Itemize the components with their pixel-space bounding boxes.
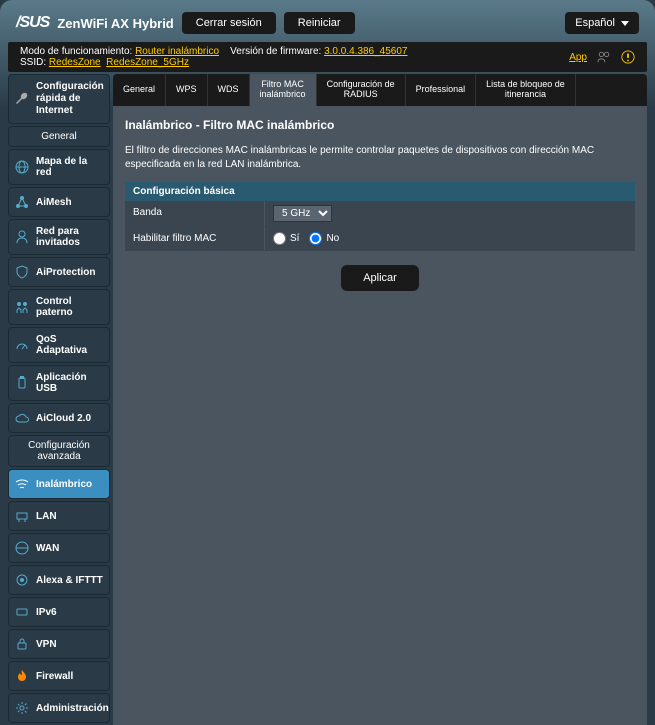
tab-wds[interactable]: WDS (208, 74, 250, 106)
sidebar-item-guest-network[interactable]: Red para invitados (8, 219, 110, 255)
voice-icon (14, 572, 30, 588)
wan-icon (14, 540, 30, 556)
restart-button[interactable]: Reiniciar (284, 12, 355, 34)
enable-yes-radio[interactable] (273, 232, 286, 245)
sidebar-item-wan[interactable]: WAN (8, 533, 110, 563)
sidebar-item-label: Administración (36, 703, 109, 714)
language-selector[interactable]: Español (565, 12, 639, 34)
no-label: No (326, 233, 339, 244)
exclamation-icon[interactable] (621, 50, 635, 64)
tab-radius[interactable]: Configuración de RADIUS (317, 74, 406, 106)
sidebar-item-network-map[interactable]: Mapa de la red (8, 149, 110, 185)
logout-button[interactable]: Cerrar sesión (182, 12, 276, 34)
shield-icon (14, 264, 30, 280)
sidebar-item-label: AiProtection (36, 267, 95, 278)
sidebar-item-qos[interactable]: QoS Adaptativa (8, 327, 110, 363)
usb-icon (14, 375, 30, 391)
sidebar-item-label: Control paterno (36, 296, 104, 318)
tab-professional[interactable]: Professional (406, 74, 477, 106)
sidebar-item-label: WAN (36, 543, 59, 554)
tab-wps[interactable]: WPS (166, 74, 208, 106)
wrench-icon (14, 91, 30, 107)
sidebar-item-label: Inalámbrico (36, 479, 92, 490)
gear-icon (14, 700, 30, 716)
cloud-icon (14, 410, 30, 426)
sidebar-item-aiprotection[interactable]: AiProtection (8, 257, 110, 287)
brand-logo: /SUS (16, 14, 49, 32)
band-select[interactable]: 5 GHz (273, 205, 332, 222)
mode-label: Modo de funcionamiento: (20, 46, 132, 57)
sidebar-item-label: AiCloud 2.0 (36, 413, 91, 424)
flame-icon (14, 668, 30, 684)
ssid2-link[interactable]: RedesZone_5GHz (106, 57, 189, 68)
page-description: El filtro de direcciones MAC inalámbrica… (125, 144, 635, 172)
sidebar-section-general: General (8, 126, 110, 147)
main-panel: General WPS WDS Filtro MAC inalámbrico C… (113, 74, 647, 725)
globe-icon (14, 159, 30, 175)
chevron-down-icon (621, 21, 629, 26)
sidebar-item-parental[interactable]: Control paterno (8, 289, 110, 325)
ipv6-icon (14, 604, 30, 620)
apply-button[interactable]: Aplicar (341, 265, 419, 291)
tab-roaming-block[interactable]: Lista de bloqueo de itinerancia (476, 74, 576, 106)
family-icon (14, 299, 30, 315)
wifi-icon (14, 476, 30, 492)
sidebar-item-label: Alexa & IFTTT (36, 575, 103, 586)
fw-value-link[interactable]: 3.0.0.4.386_45607 (324, 46, 407, 57)
sidebar-item-firewall[interactable]: Firewall (8, 661, 110, 691)
band-row: Banda 5 GHz (125, 201, 635, 227)
sidebar-item-aicloud[interactable]: AiCloud 2.0 (8, 403, 110, 433)
ssid-label: SSID: (20, 57, 46, 68)
enable-label: Habilitar filtro MAC (125, 227, 265, 250)
sidebar-item-label: Firewall (36, 671, 73, 682)
model-name: ZenWiFi AX Hybrid (57, 16, 173, 31)
sidebar-item-lan[interactable]: LAN (8, 501, 110, 531)
tab-mac-filter[interactable]: Filtro MAC inalámbrico (250, 74, 317, 106)
yes-label: Sí (290, 233, 299, 244)
gauge-icon (14, 337, 30, 353)
sidebar-item-label: Red para invitados (36, 226, 104, 248)
vpn-icon (14, 636, 30, 652)
header: /SUS ZenWiFi AX Hybrid Cerrar sesión Rei… (8, 8, 647, 42)
sidebar-item-label: LAN (36, 511, 57, 522)
tab-bar: General WPS WDS Filtro MAC inalámbrico C… (113, 74, 647, 106)
tab-general[interactable]: General (113, 74, 166, 106)
sidebar-item-ipv6[interactable]: IPv6 (8, 597, 110, 627)
sidebar-item-label: IPv6 (36, 607, 57, 618)
sidebar-quick-setup[interactable]: Configuraciónrápida de Internet (8, 74, 110, 124)
enable-no-radio[interactable] (309, 232, 322, 245)
enable-row: Habilitar filtro MAC Sí No (125, 227, 635, 251)
sidebar-item-label: QoS Adaptativa (36, 334, 104, 356)
sidebar-item-label: Configuraciónrápida de Internet (36, 81, 104, 117)
sidebar-item-label: VPN (36, 639, 57, 650)
app-link[interactable]: App (569, 52, 587, 63)
mesh-icon (14, 194, 30, 210)
page-title: Inalámbrico - Filtro MAC inalámbrico (125, 118, 635, 132)
users-icon[interactable] (597, 50, 611, 64)
sidebar-item-admin[interactable]: Administración (8, 693, 110, 723)
sidebar-item-usb-app[interactable]: Aplicación USB (8, 365, 110, 401)
sidebar-item-label: Mapa de la red (36, 156, 104, 178)
fw-label: Versión de firmware: (230, 46, 321, 57)
sidebar-item-label: Aplicación USB (36, 372, 104, 394)
sidebar-item-label: AiMesh (36, 197, 72, 208)
sidebar-section-advanced: Configuración avanzada (8, 435, 110, 467)
language-label: Español (575, 17, 615, 29)
sidebar-item-wireless[interactable]: Inalámbrico (8, 469, 110, 499)
band-label: Banda (125, 201, 265, 226)
guest-icon (14, 229, 30, 245)
mode-value-link[interactable]: Router inalámbrico (135, 46, 219, 57)
sidebar: Configuraciónrápida de Internet General … (8, 74, 110, 725)
sidebar-item-vpn[interactable]: VPN (8, 629, 110, 659)
info-bar: Modo de funcionamiento: Router inalámbri… (8, 42, 647, 72)
lan-icon (14, 508, 30, 524)
section-header: Configuración básica (125, 182, 635, 201)
sidebar-item-alexa[interactable]: Alexa & IFTTT (8, 565, 110, 595)
ssid1-link[interactable]: RedesZone (49, 57, 101, 68)
sidebar-item-aimesh[interactable]: AiMesh (8, 187, 110, 217)
